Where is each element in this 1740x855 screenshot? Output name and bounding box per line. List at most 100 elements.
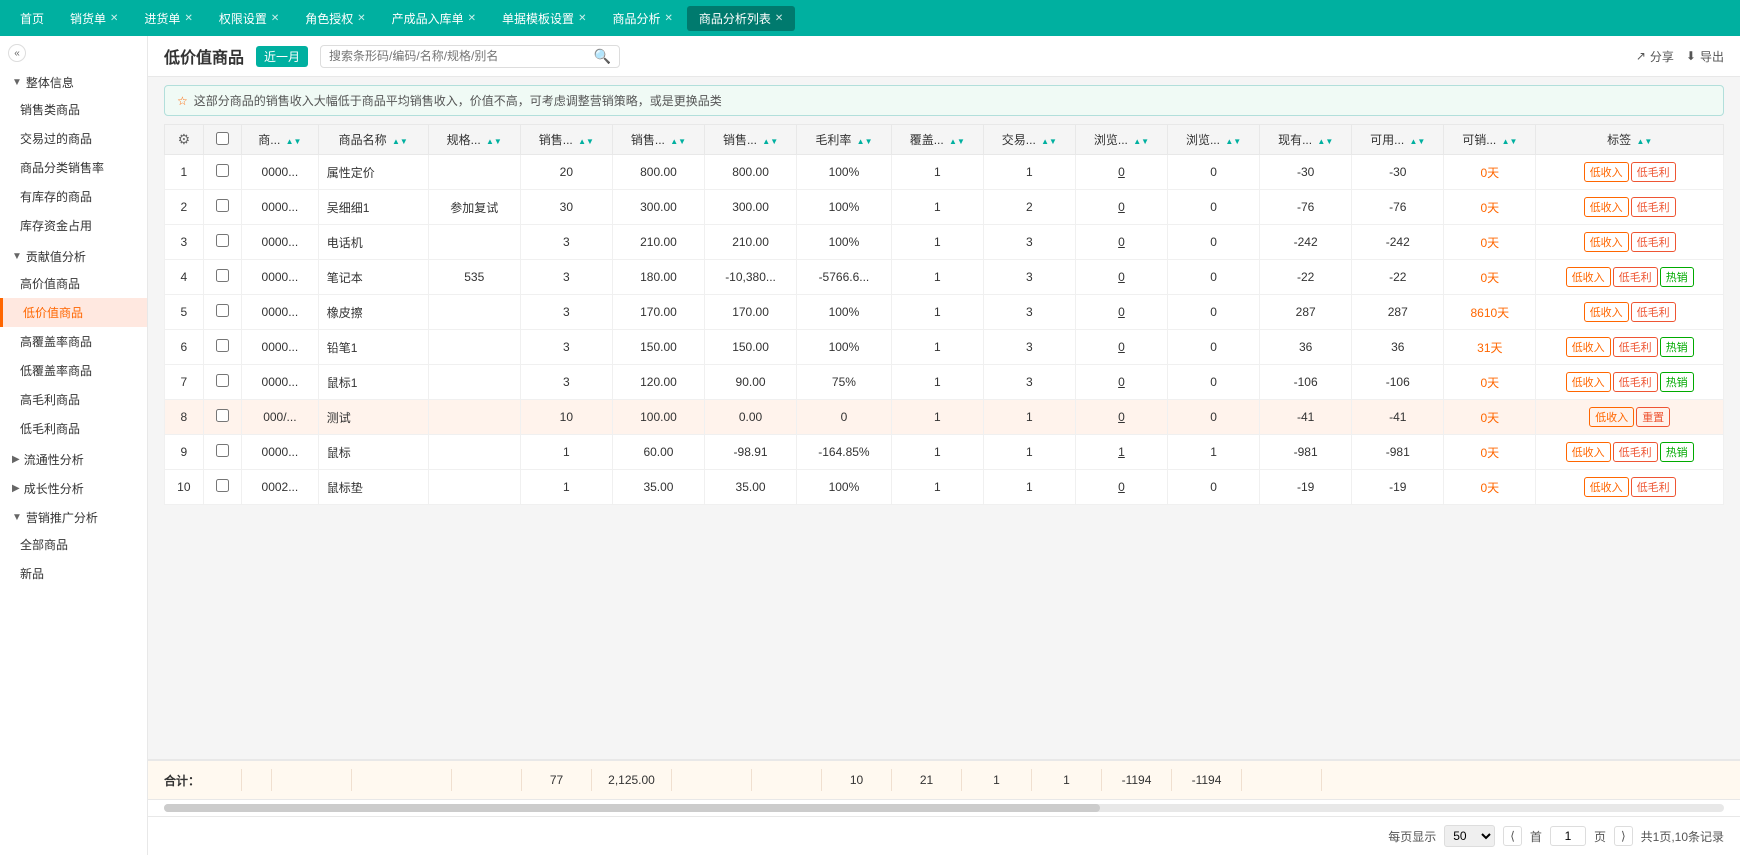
browse1-value[interactable]: 0 — [1118, 270, 1125, 284]
nav-purchase-order[interactable]: 进货单 ✕ — [132, 6, 204, 31]
nav-template-settings[interactable]: 单据模板设置 ✕ — [490, 6, 598, 31]
sidebar-item-new-goods[interactable]: 新品 — [0, 559, 147, 588]
table-container[interactable]: ⚙ 商... ▲▼ 商品名称 ▲▼ 规格... ▲▼ 销售... ▲▼ 销售..… — [148, 124, 1740, 759]
sidebar-group-growth[interactable]: ▶ 成长性分析 — [0, 472, 147, 501]
select-all-checkbox[interactable] — [216, 132, 229, 145]
browse1-value[interactable]: 0 — [1118, 375, 1125, 389]
nav-close-purchase-order[interactable]: ✕ — [184, 13, 192, 24]
th-checkbox[interactable] — [203, 125, 241, 155]
browse1-value[interactable]: 0 — [1118, 200, 1125, 214]
browse1-value[interactable]: 0 — [1118, 305, 1125, 319]
sidebar-item-high-value[interactable]: 高价值商品 — [0, 269, 147, 298]
sidebar-item-low-value[interactable]: 低价值商品 — [0, 298, 147, 327]
nav-product-analysis-list[interactable]: 商品分析列表 ✕ — [687, 6, 795, 31]
row-select-checkbox[interactable] — [216, 269, 229, 282]
search-icon[interactable]: 🔍 — [594, 48, 611, 65]
th-available-stock[interactable]: 可用... ▲▼ — [1352, 125, 1444, 155]
row-select-checkbox[interactable] — [216, 199, 229, 212]
th-sellable-stock[interactable]: 可销... ▲▼ — [1444, 125, 1536, 155]
th-browse2[interactable]: 浏览... ▲▼ — [1168, 125, 1260, 155]
sidebar-item-sales-goods[interactable]: 销售类商品 — [0, 95, 147, 124]
th-margin[interactable]: 毛利率 ▲▼ — [797, 125, 892, 155]
th-name[interactable]: 商品名称 ▲▼ — [318, 125, 428, 155]
sidebar-group-overall[interactable]: ▼ 整体信息 — [0, 66, 147, 95]
search-input[interactable] — [329, 49, 590, 63]
row-browse1[interactable]: 0 — [1075, 400, 1167, 435]
sidebar-item-all-goods[interactable]: 全部商品 — [0, 530, 147, 559]
browse1-value[interactable]: 0 — [1118, 480, 1125, 494]
row-checkbox[interactable] — [203, 470, 241, 505]
th-gear[interactable]: ⚙ — [165, 125, 204, 155]
browse1-value[interactable]: 0 — [1118, 165, 1125, 179]
row-select-checkbox[interactable] — [216, 444, 229, 457]
sidebar-collapse-button[interactable]: « — [8, 44, 26, 62]
th-sales3[interactable]: 销售... ▲▼ — [705, 125, 797, 155]
share-button[interactable]: ↗ 分享 — [1636, 48, 1674, 65]
browse1-value[interactable]: 1 — [1118, 445, 1125, 459]
browse1-value[interactable]: 0 — [1118, 340, 1125, 354]
sidebar-item-low-coverage[interactable]: 低覆盖率商品 — [0, 356, 147, 385]
sidebar-group-liquidity[interactable]: ▶ 流通性分析 — [0, 443, 147, 472]
row-browse1[interactable]: 1 — [1075, 435, 1167, 470]
row-browse1[interactable]: 0 — [1075, 155, 1167, 190]
nav-product-warehouse[interactable]: 产成品入库单 ✕ — [380, 6, 488, 31]
nav-close-product-analysis-list[interactable]: ✕ — [775, 13, 783, 24]
th-sales1[interactable]: 销售... ▲▼ — [520, 125, 612, 155]
row-checkbox[interactable] — [203, 190, 241, 225]
first-page-button[interactable]: ⟨ — [1503, 826, 1522, 846]
th-spec[interactable]: 规格... ▲▼ — [428, 125, 520, 155]
row-checkbox[interactable] — [203, 365, 241, 400]
nav-sales-order[interactable]: 销货单 ✕ — [58, 6, 130, 31]
nav-close-role-auth[interactable]: ✕ — [357, 13, 365, 24]
row-browse1[interactable]: 0 — [1075, 260, 1167, 295]
row-browse1[interactable]: 0 — [1075, 295, 1167, 330]
nav-home[interactable]: 首页 — [8, 6, 56, 31]
row-checkbox[interactable] — [203, 260, 241, 295]
row-select-checkbox[interactable] — [216, 479, 229, 492]
nav-close-template-settings[interactable]: ✕ — [578, 13, 586, 24]
th-tags[interactable]: 标签 ▲▼ — [1536, 125, 1724, 155]
nav-product-analysis[interactable]: 商品分析 ✕ — [600, 6, 684, 31]
sidebar-item-inventory-capital[interactable]: 库存资金占用 — [0, 211, 147, 240]
row-checkbox[interactable] — [203, 155, 241, 190]
th-code[interactable]: 商... ▲▼ — [241, 125, 318, 155]
row-select-checkbox[interactable] — [216, 409, 229, 422]
sidebar-group-contribution[interactable]: ▼ 贡献值分析 — [0, 240, 147, 269]
nav-close-permission-settings[interactable]: ✕ — [271, 13, 279, 24]
row-checkbox[interactable] — [203, 400, 241, 435]
th-transaction[interactable]: 交易... ▲▼ — [983, 125, 1075, 155]
row-browse1[interactable]: 0 — [1075, 470, 1167, 505]
sidebar-item-high-margin[interactable]: 高毛利商品 — [0, 385, 147, 414]
nav-close-product-warehouse[interactable]: ✕ — [468, 13, 476, 24]
th-current-stock[interactable]: 现有... ▲▼ — [1260, 125, 1352, 155]
gear-icon[interactable]: ⚙ — [178, 131, 191, 147]
browse1-value[interactable]: 0 — [1118, 235, 1125, 249]
row-select-checkbox[interactable] — [216, 374, 229, 387]
sidebar-group-marketing[interactable]: ▼ 营销推广分析 — [0, 501, 147, 530]
row-browse1[interactable]: 0 — [1075, 225, 1167, 260]
row-select-checkbox[interactable] — [216, 234, 229, 247]
time-filter-badge[interactable]: 近一月 — [256, 46, 308, 67]
nav-close-sales-order[interactable]: ✕ — [110, 13, 118, 24]
row-checkbox[interactable] — [203, 225, 241, 260]
sidebar-item-traded-goods[interactable]: 交易过的商品 — [0, 124, 147, 153]
page-number-input[interactable] — [1550, 826, 1586, 846]
row-browse1[interactable]: 0 — [1075, 330, 1167, 365]
row-select-checkbox[interactable] — [216, 164, 229, 177]
nav-close-product-analysis[interactable]: ✕ — [664, 13, 672, 24]
th-browse1[interactable]: 浏览... ▲▼ — [1075, 125, 1167, 155]
row-browse1[interactable]: 0 — [1075, 190, 1167, 225]
th-coverage[interactable]: 覆盖... ▲▼ — [891, 125, 983, 155]
th-sales2[interactable]: 销售... ▲▼ — [612, 125, 704, 155]
per-page-select[interactable]: 50 20 100 — [1444, 825, 1495, 847]
next-page-button[interactable]: ⟩ — [1614, 826, 1633, 846]
row-checkbox[interactable] — [203, 295, 241, 330]
export-button[interactable]: ⬇ 导出 — [1686, 48, 1724, 65]
row-select-checkbox[interactable] — [216, 339, 229, 352]
nav-role-auth[interactable]: 角色授权 ✕ — [293, 6, 377, 31]
row-select-checkbox[interactable] — [216, 304, 229, 317]
row-checkbox[interactable] — [203, 330, 241, 365]
browse1-value[interactable]: 0 — [1118, 410, 1125, 424]
sidebar-item-inventory-goods[interactable]: 有库存的商品 — [0, 182, 147, 211]
nav-permission-settings[interactable]: 权限设置 ✕ — [207, 6, 291, 31]
